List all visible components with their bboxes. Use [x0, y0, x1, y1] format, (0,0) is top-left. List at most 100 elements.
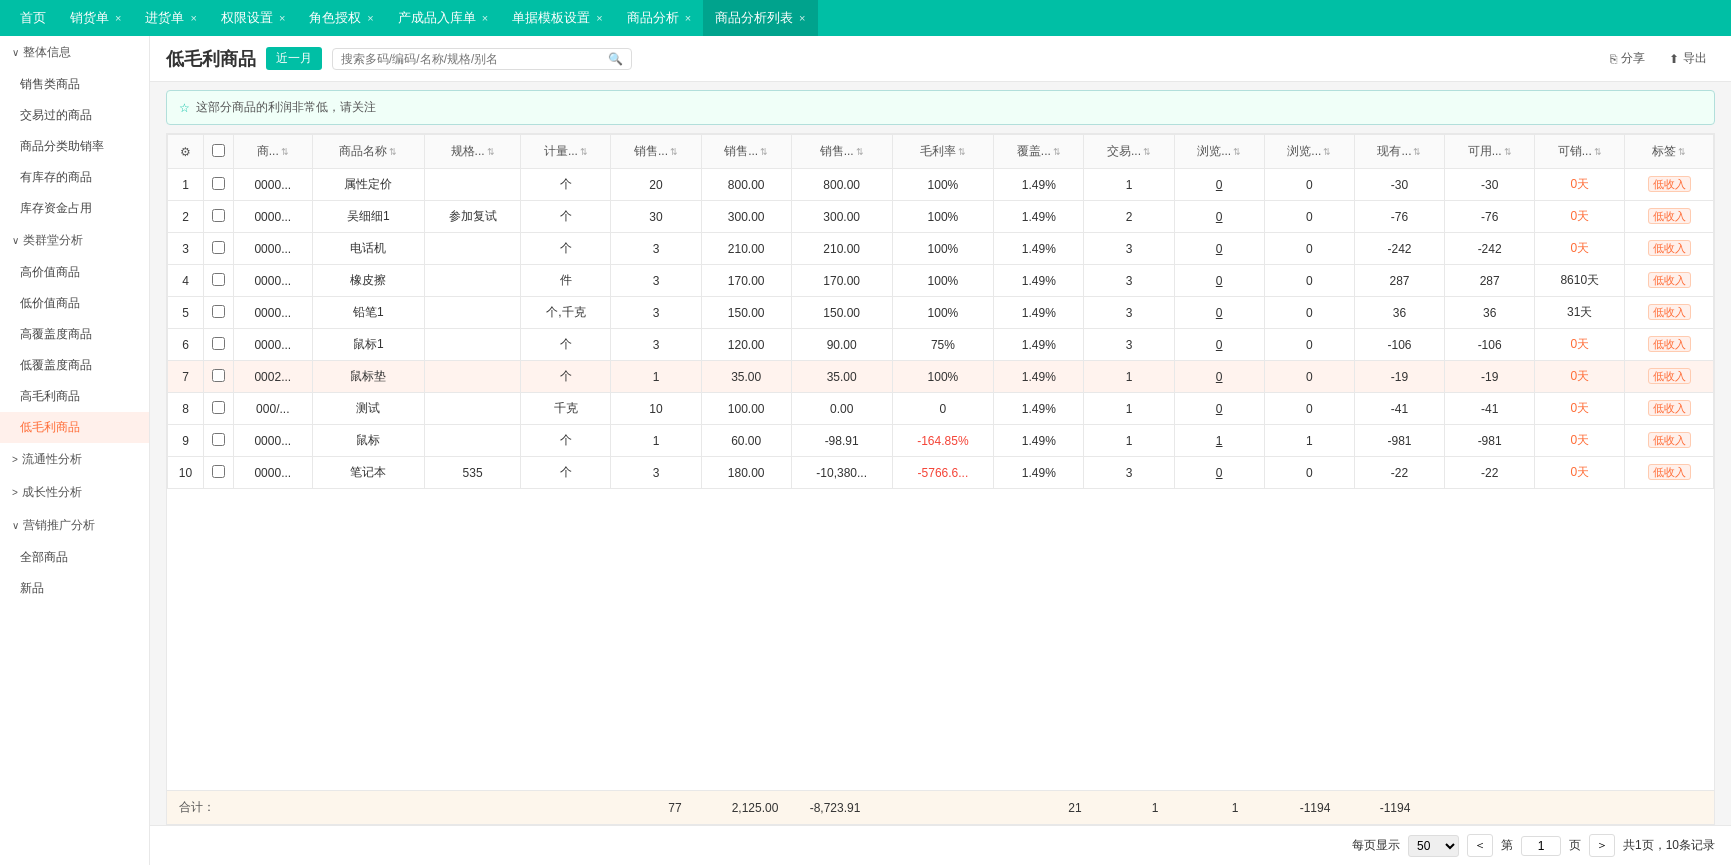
row-browse1[interactable]: 0 — [1174, 233, 1264, 265]
browse-link[interactable]: 0 — [1216, 306, 1223, 320]
row-checkbox[interactable] — [204, 425, 234, 457]
row-browse1[interactable]: 0 — [1174, 393, 1264, 425]
row-select-checkbox[interactable] — [212, 369, 225, 382]
row-browse1[interactable]: 0 — [1174, 297, 1264, 329]
sidebar-item-全部商品[interactable]: 全部商品 — [0, 542, 149, 573]
browse-link[interactable]: 0 — [1216, 178, 1223, 192]
col-code[interactable]: 商...⇅ — [234, 135, 313, 169]
row-select-checkbox[interactable] — [212, 273, 225, 286]
browse-link[interactable]: 0 — [1216, 370, 1223, 384]
row-select-checkbox[interactable] — [212, 401, 225, 414]
sidebar-item-有库存的商品[interactable]: 有库存的商品 — [0, 162, 149, 193]
browse-link[interactable]: 0 — [1216, 274, 1223, 288]
nav-close-icon[interactable]: × — [685, 12, 691, 24]
col-sellable-days[interactable]: 可销...⇅ — [1535, 135, 1625, 169]
browse-link[interactable]: 0 — [1216, 466, 1223, 480]
row-browse1[interactable]: 0 — [1174, 457, 1264, 489]
sidebar-item-高价值商品[interactable]: 高价值商品 — [0, 257, 149, 288]
nav-close-icon[interactable]: × — [115, 12, 121, 24]
row-browse1[interactable]: 0 — [1174, 169, 1264, 201]
row-browse1[interactable]: 0 — [1174, 265, 1264, 297]
col-gross-margin[interactable]: 毛利率⇅ — [892, 135, 994, 169]
col-trade-count[interactable]: 交易...⇅ — [1084, 135, 1174, 169]
row-browse1[interactable]: 1 — [1174, 425, 1264, 457]
row-browse1[interactable]: 0 — [1174, 201, 1264, 233]
nav-item-商品分析[interactable]: 商品分析× — [615, 0, 703, 36]
col-name[interactable]: 商品名称⇅ — [312, 135, 424, 169]
row-select-checkbox[interactable] — [212, 209, 225, 222]
per-page-select[interactable]: 50 100 200 — [1408, 835, 1459, 857]
row-checkbox[interactable] — [204, 393, 234, 425]
row-select-checkbox[interactable] — [212, 337, 225, 350]
col-coverage[interactable]: 覆盖...⇅ — [994, 135, 1084, 169]
row-checkbox[interactable] — [204, 297, 234, 329]
row-select-checkbox[interactable] — [212, 433, 225, 446]
col-browse2[interactable]: 浏览...⇅ — [1264, 135, 1354, 169]
col-sales-amount[interactable]: 销售...⇅ — [701, 135, 791, 169]
sidebar-group-流通性分析[interactable]: >流通性分析 — [0, 443, 149, 476]
sidebar-item-低价值商品[interactable]: 低价值商品 — [0, 288, 149, 319]
sidebar-item-交易过的商品[interactable]: 交易过的商品 — [0, 100, 149, 131]
browse-link[interactable]: 0 — [1216, 402, 1223, 416]
prev-page-button[interactable]: ＜ — [1467, 834, 1493, 857]
sidebar-group-整体信息[interactable]: ∨整体信息 — [0, 36, 149, 69]
row-select-checkbox[interactable] — [212, 305, 225, 318]
nav-item-商品分析列表[interactable]: 商品分析列表× — [703, 0, 817, 36]
row-select-checkbox[interactable] — [212, 241, 225, 254]
sidebar-group-类群堂分析[interactable]: ∨类群堂分析 — [0, 224, 149, 257]
nav-item-角色授权[interactable]: 角色授权× — [297, 0, 385, 36]
col-tag[interactable]: 标签⇅ — [1625, 135, 1714, 169]
row-checkbox[interactable] — [204, 329, 234, 361]
sidebar-item-低毛利商品[interactable]: 低毛利商品 — [0, 412, 149, 443]
row-checkbox[interactable] — [204, 361, 234, 393]
sidebar-item-高覆盖度商品[interactable]: 高覆盖度商品 — [0, 319, 149, 350]
browse-link[interactable]: 0 — [1216, 242, 1223, 256]
nav-item-单据模板设置[interactable]: 单据模板设置× — [500, 0, 614, 36]
col-checkbox[interactable] — [204, 135, 234, 169]
col-spec[interactable]: 规格...⇅ — [424, 135, 520, 169]
row-checkbox[interactable] — [204, 265, 234, 297]
col-unit[interactable]: 计量...⇅ — [521, 135, 611, 169]
sidebar-item-新品[interactable]: 新品 — [0, 573, 149, 604]
sidebar-item-高毛利商品[interactable]: 高毛利商品 — [0, 381, 149, 412]
row-checkbox[interactable] — [204, 457, 234, 489]
col-settings[interactable]: ⚙ — [168, 135, 204, 169]
browse-link[interactable]: 1 — [1216, 434, 1223, 448]
sidebar-group-成长性分析[interactable]: >成长性分析 — [0, 476, 149, 509]
sidebar-item-低覆盖度商品[interactable]: 低覆盖度商品 — [0, 350, 149, 381]
page-input[interactable] — [1521, 836, 1561, 856]
nav-close-icon[interactable]: × — [596, 12, 602, 24]
nav-item-权限设置[interactable]: 权限设置× — [209, 0, 297, 36]
time-filter-button[interactable]: 近一月 — [266, 47, 322, 70]
sidebar-item-销售类商品[interactable]: 销售类商品 — [0, 69, 149, 100]
nav-item-销货单[interactable]: 销货单× — [58, 0, 133, 36]
sidebar-item-库存资金占用[interactable]: 库存资金占用 — [0, 193, 149, 224]
col-sales-qty[interactable]: 销售...⇅ — [611, 135, 701, 169]
col-browse1[interactable]: 浏览...⇅ — [1174, 135, 1264, 169]
sidebar-item-商品分类助销率[interactable]: 商品分类助销率 — [0, 131, 149, 162]
row-checkbox[interactable] — [204, 201, 234, 233]
row-select-checkbox[interactable] — [212, 465, 225, 478]
share-button[interactable]: ⎘ 分享 — [1602, 46, 1653, 71]
nav-close-icon[interactable]: × — [190, 12, 196, 24]
next-page-button[interactable]: ＞ — [1589, 834, 1615, 857]
col-available-stock[interactable]: 可用...⇅ — [1445, 135, 1535, 169]
nav-item-首页[interactable]: 首页 — [8, 0, 58, 36]
browse-link[interactable]: 0 — [1216, 210, 1223, 224]
nav-item-产成品入库单[interactable]: 产成品入库单× — [386, 0, 500, 36]
browse-link[interactable]: 0 — [1216, 338, 1223, 352]
nav-close-icon[interactable]: × — [799, 12, 805, 24]
nav-close-icon[interactable]: × — [367, 12, 373, 24]
row-browse1[interactable]: 0 — [1174, 361, 1264, 393]
row-checkbox[interactable] — [204, 233, 234, 265]
col-current-stock[interactable]: 现有...⇅ — [1354, 135, 1444, 169]
col-sales-cost[interactable]: 销售...⇅ — [791, 135, 892, 169]
row-select-checkbox[interactable] — [212, 177, 225, 190]
export-button[interactable]: ⬆ 导出 — [1661, 46, 1715, 71]
row-browse1[interactable]: 0 — [1174, 329, 1264, 361]
search-input[interactable] — [341, 52, 608, 66]
nav-close-icon[interactable]: × — [279, 12, 285, 24]
nav-close-icon[interactable]: × — [482, 12, 488, 24]
search-icon[interactable]: 🔍 — [608, 52, 623, 66]
row-checkbox[interactable] — [204, 169, 234, 201]
